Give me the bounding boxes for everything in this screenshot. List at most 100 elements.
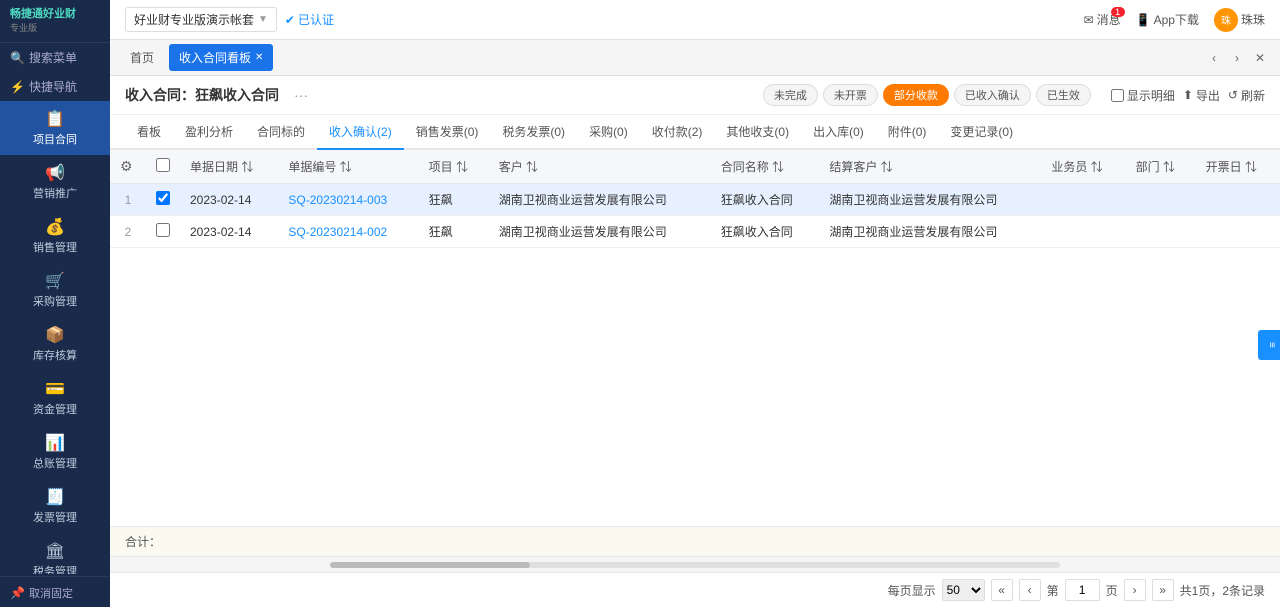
first-page-btn[interactable]: «: [991, 579, 1013, 601]
sidebar-bottom: 📌 取消固定: [0, 574, 110, 607]
th-salesperson[interactable]: 业务员 ⇅: [1041, 150, 1125, 184]
sidebar-item-sales[interactable]: 💰 销售管理: [0, 209, 110, 263]
refresh-btn[interactable]: ↺ 刷新: [1228, 87, 1265, 104]
status-incomplete-btn[interactable]: 未完成: [763, 84, 818, 106]
tabs-bar: 首页 收入合同看板 ✕ ‹ › ✕: [110, 40, 1280, 76]
display-detail-checkbox[interactable]: 显示明细: [1111, 87, 1175, 104]
message-btn[interactable]: ✉ 1 消息: [1084, 11, 1121, 28]
tab-prev-btn[interactable]: ‹: [1204, 48, 1224, 68]
search-menu[interactable]: 🔍 搜索菜单: [0, 43, 110, 72]
th-code-label: 单据编号: [288, 160, 336, 174]
next-page-btn[interactable]: ›: [1124, 579, 1146, 601]
row-code-link-1[interactable]: SQ-20230214-003: [288, 193, 387, 207]
th-department[interactable]: 部门 ⇅: [1126, 150, 1196, 184]
sidebar-item-project[interactable]: 📋 项目合同: [0, 101, 110, 155]
th-date[interactable]: 单据日期 ⇅: [180, 150, 278, 184]
sub-tab-purchase[interactable]: 采购(0): [577, 115, 640, 150]
scrollbar-track: [330, 562, 1060, 568]
th-code[interactable]: 单据编号 ⇅: [278, 150, 418, 184]
app-download-btn[interactable]: 📱 App下载: [1136, 11, 1199, 28]
quick-nav[interactable]: ⚡ 快捷导航: [0, 72, 110, 101]
side-float-btn[interactable]: ≡: [1258, 330, 1280, 360]
row-code-link-2[interactable]: SQ-20230214-002: [288, 225, 387, 239]
sidebar-item-label-invoice: 发票管理: [33, 509, 77, 525]
user-avatar-btn[interactable]: 珠 珠珠: [1214, 8, 1265, 32]
status-uninvoiced-btn[interactable]: 未开票: [823, 84, 878, 106]
inventory-icon: 📦: [45, 325, 65, 345]
purchase-icon: 🛒: [45, 271, 65, 291]
app-download-label: App下载: [1154, 11, 1199, 28]
scrollbar-area: [110, 556, 1280, 572]
sidebar-item-funds[interactable]: 💳 资金管理: [0, 371, 110, 425]
sub-tab-subject[interactable]: 合同标的: [245, 115, 317, 150]
topbar: 好业财专业版演示帐套 ▼ ✔ 已认证 ✉ 1 消息 📱 App下载 珠: [110, 0, 1280, 40]
sub-tab-other[interactable]: 其他收支(0): [714, 115, 801, 150]
cancel-fixed-btn[interactable]: 📌 取消固定: [0, 579, 110, 607]
per-page-select[interactable]: 50 100 200: [942, 579, 985, 601]
sub-tab-warehouse[interactable]: 出入库(0): [801, 115, 876, 150]
sub-tab-tax-invoice[interactable]: 税务发票(0): [490, 115, 577, 150]
sub-tab-payment[interactable]: 收付款(2): [640, 115, 715, 150]
row-select-2[interactable]: [156, 223, 170, 237]
sidebar-item-label-tax: 税务管理: [33, 563, 77, 574]
th-settlement[interactable]: 结算客户 ⇅: [819, 150, 1041, 184]
column-settings-icon[interactable]: ⚙: [120, 158, 133, 174]
sub-tab-profit[interactable]: 盈利分析: [173, 115, 245, 150]
last-page-btn[interactable]: »: [1152, 579, 1174, 601]
th-customer[interactable]: 客户 ⇅: [489, 150, 711, 184]
more-btn[interactable]: ···: [294, 87, 308, 103]
th-salesperson-label: 业务员: [1051, 160, 1087, 174]
table-row: 2 2023-02-14 SQ-20230214-002 狂飙 湖南卫视商业运营…: [110, 216, 1280, 248]
company-selector[interactable]: 好业财专业版演示帐套 ▼: [125, 7, 277, 32]
certified-label: 已认证: [298, 11, 334, 28]
sidebar-item-purchase[interactable]: 🛒 采购管理: [0, 263, 110, 317]
sub-tab-recognition[interactable]: 收入确认(2): [317, 115, 404, 150]
tab-contract-board[interactable]: 收入合同看板 ✕: [169, 44, 273, 71]
th-invoice-date[interactable]: 开票日 ⇅: [1196, 150, 1280, 184]
sub-tabs: 看板 盈利分析 合同标的 收入确认(2) 销售发票(0) 税务发票(0) 采购(…: [110, 115, 1280, 150]
page-input[interactable]: [1065, 579, 1100, 601]
row-settlement-2: 湖南卫视商业运营发展有限公司: [819, 216, 1041, 248]
row-project-2: 狂飙: [419, 216, 489, 248]
th-contract-name[interactable]: 合同名称 ⇅: [711, 150, 820, 184]
status-confirmed-btn[interactable]: 已收入确认: [954, 84, 1031, 106]
sidebar-item-tax[interactable]: 🏛 税务管理: [0, 533, 110, 574]
sidebar-item-label-inventory: 库存核算: [33, 347, 77, 363]
row-date-1: 2023-02-14: [180, 184, 278, 216]
content-area: 收入合同：狂飙收入合同 ··· 未完成 未开票 部分收款 已收入确认 已生效 显…: [110, 76, 1280, 607]
th-customer-label: 客户: [499, 160, 523, 174]
sidebar-item-marketing[interactable]: 📢 营销推广: [0, 155, 110, 209]
tab-close-btn[interactable]: ✕: [255, 52, 263, 63]
header-actions: 显示明细 ⬆ 导出 ↺ 刷新: [1111, 87, 1265, 104]
th-project[interactable]: 项目 ⇅: [419, 150, 489, 184]
sidebar-item-general[interactable]: 📊 总账管理: [0, 425, 110, 479]
scrollbar-thumb[interactable]: [330, 562, 530, 568]
tab-home[interactable]: 首页: [120, 44, 164, 71]
tab-contract-label: 收入合同看板: [179, 49, 251, 66]
sidebar-item-invoice[interactable]: 🧾 发票管理: [0, 479, 110, 533]
export-btn[interactable]: ⬆ 导出: [1183, 87, 1220, 104]
row-select-1[interactable]: [156, 191, 170, 205]
row-customer-1: 湖南卫视商业运营发展有限公司: [489, 184, 711, 216]
sidebar-divider: [0, 576, 110, 577]
sidebar-item-inventory[interactable]: 📦 库存核算: [0, 317, 110, 371]
row-customer-2: 湖南卫视商业运营发展有限公司: [489, 216, 711, 248]
status-partial-btn[interactable]: 部分收款: [883, 84, 949, 106]
tab-close-all-btn[interactable]: ✕: [1250, 48, 1270, 68]
table-header-row: ⚙ 单据日期 ⇅ 单据编号 ⇅: [110, 150, 1280, 184]
sub-tab-board[interactable]: 看板: [125, 115, 173, 150]
detail-checkbox-input[interactable]: [1111, 89, 1124, 102]
app-sub: 专业版: [10, 21, 76, 34]
prev-page-btn[interactable]: ‹: [1019, 579, 1041, 601]
select-all-checkbox[interactable]: [156, 158, 170, 172]
refresh-icon: ↺: [1228, 88, 1238, 102]
download-icon: 📱: [1136, 13, 1151, 27]
status-effective-btn[interactable]: 已生效: [1036, 84, 1091, 106]
sub-tab-attachments[interactable]: 附件(0): [876, 115, 939, 150]
table-wrapper: ⚙ 单据日期 ⇅ 单据编号 ⇅: [110, 150, 1280, 607]
tab-next-btn[interactable]: ›: [1227, 48, 1247, 68]
sub-tab-changes[interactable]: 变更记录(0): [938, 115, 1025, 150]
main-area: 好业财专业版演示帐套 ▼ ✔ 已认证 ✉ 1 消息 📱 App下载 珠: [110, 0, 1280, 607]
sub-tab-sales-invoice[interactable]: 销售发票(0): [404, 115, 491, 150]
sidebar-item-label-sales: 销售管理: [33, 239, 77, 255]
